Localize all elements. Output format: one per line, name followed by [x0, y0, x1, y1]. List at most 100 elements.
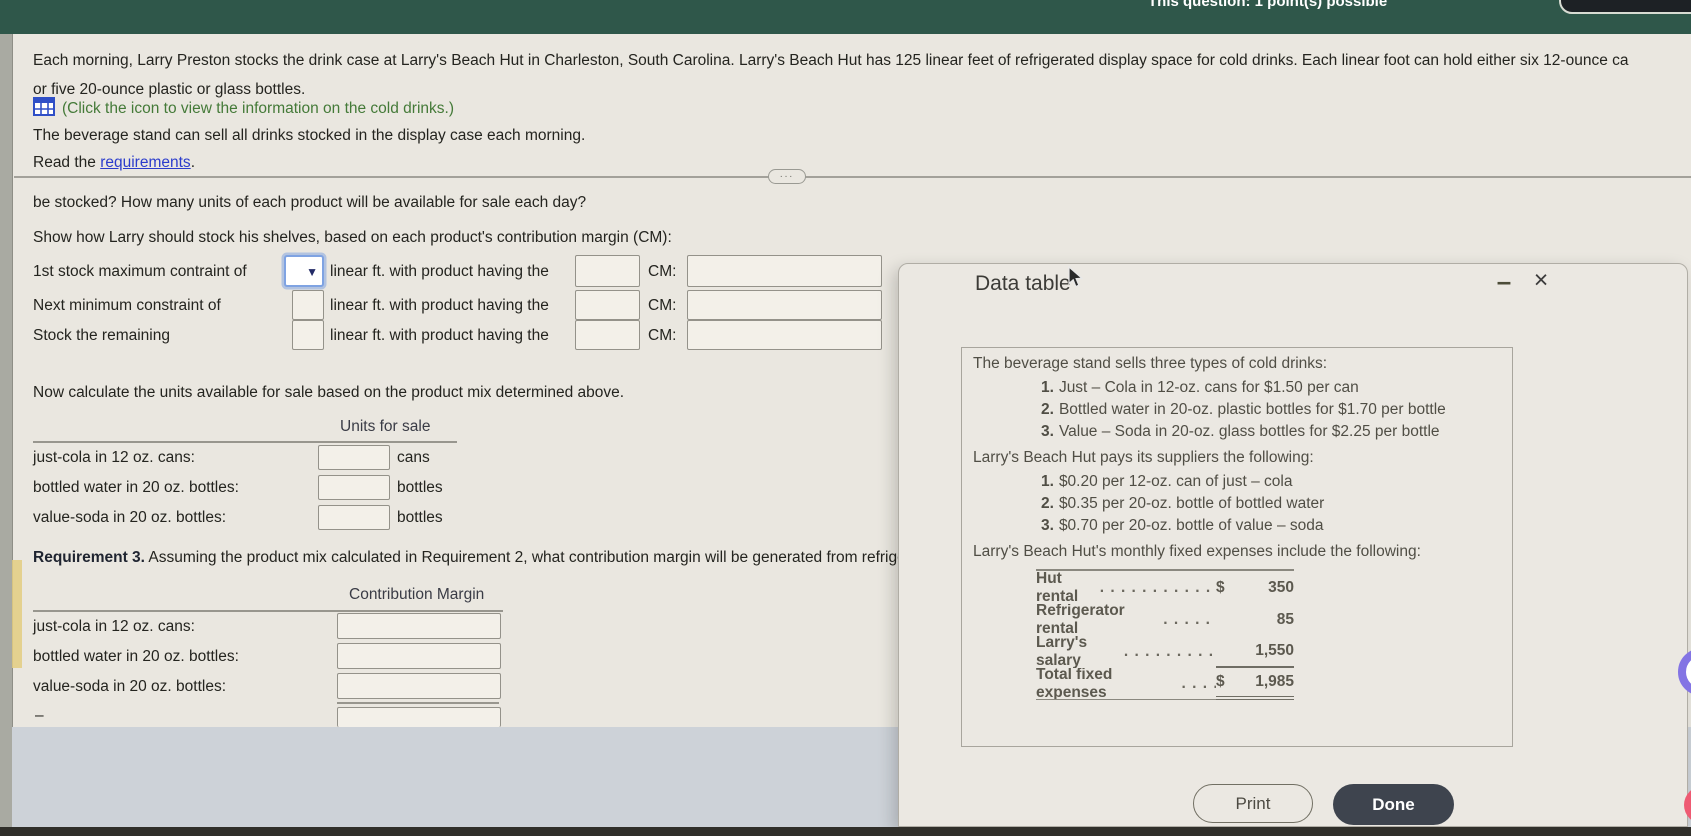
cm-header-rule [33, 610, 503, 612]
units-header-rule [33, 441, 457, 443]
suppliers-header: Larry's Beach Hut pays its suppliers the… [973, 449, 1314, 466]
screen-bezel [0, 827, 1691, 836]
question-line-1: be stocked? How many units of each produ… [33, 194, 587, 211]
stock-row-1-mid: linear ft. with product having the [330, 263, 549, 280]
list-item: 3. Value – Soda in 20-oz. glass bottles f… [1041, 423, 1440, 441]
units-row-unit: bottles [397, 509, 443, 526]
cm-cola-input[interactable] [337, 613, 501, 639]
units-row-label: bottled water in 20 oz. bottles: [33, 479, 239, 496]
item-text: $0.20 per 12-oz. can of just – cola [1058, 473, 1293, 490]
data-table-icon[interactable] [33, 97, 55, 121]
mouse-cursor [1068, 265, 1085, 294]
units-row-label: value-soda in 20 oz. bottles: [33, 509, 227, 526]
dot-leader: . . . . . . . . . . . [1123, 643, 1216, 660]
units-water-input[interactable] [318, 475, 390, 500]
linear-ft-input-2[interactable] [292, 290, 324, 320]
expense-value-cell: $350 [1216, 572, 1294, 604]
item-text: Bottled water in 20-oz. plastic bottles … [1058, 401, 1446, 418]
currency-sign: $ [1216, 673, 1225, 690]
units-row-unit: cans [397, 449, 430, 466]
dot-leader: . . . . [1181, 674, 1217, 692]
cm-rank-input-1[interactable] [575, 255, 640, 287]
cm-row-label: just-cola in 12 oz. cans: [33, 618, 195, 635]
top-right-button[interactable] [1559, 0, 1691, 14]
expenses-header: Larry's Beach Hut's monthly fixed expens… [973, 543, 1421, 560]
expense-value-cell: $1,985 [1216, 668, 1294, 700]
cm-row-label: bottled water in 20 oz. bottles: [33, 648, 239, 665]
cm-rank-input-3[interactable] [575, 320, 640, 350]
stock-row-1-label: 1st stock maximum contraint of [33, 263, 247, 280]
expense-value: 85 [1276, 611, 1294, 628]
stock-row-2-label: Next minimum constraint of [33, 297, 221, 314]
stock-row-2-cm: CM: [648, 297, 677, 314]
screen: This question: 1 point(s) possible Each … [0, 0, 1691, 836]
expense-value-cell: 85 [1216, 604, 1294, 636]
units-soda-input[interactable] [318, 505, 390, 530]
product-input-3[interactable] [687, 320, 882, 350]
stock-row-3-mid: linear ft. with product having the [330, 327, 549, 344]
expense-row: Hut rental . . . . . . . . . . . . . . $3… [1036, 572, 1294, 604]
linear-ft-input-3[interactable] [292, 320, 324, 350]
expense-label-cell: Hut rental . . . . . . . . . . . . . . [1036, 572, 1216, 604]
units-row-label: just-cola in 12 oz. cans: [33, 449, 195, 466]
expense-label-cell: Total fixed expenses . . . . [1036, 668, 1216, 700]
data-table-dialog: Data table – × The beverage stand sells … [898, 263, 1688, 827]
list-item: 2. $0.35 per 20-oz. bottle of bottled wat… [1041, 495, 1324, 513]
cm-header: Contribution Margin [349, 586, 485, 603]
units-cola-input[interactable] [318, 445, 390, 470]
dot-leader: . . . . . . [1163, 611, 1216, 628]
stock-row-3-label: Stock the remaining [33, 327, 170, 344]
drinks-header: The beverage stand sells three types of … [973, 355, 1328, 372]
requirement3-text: Requirement 3. Assuming the product mix … [33, 549, 941, 567]
product-input-2[interactable] [687, 290, 882, 320]
minimize-icon[interactable]: – [1491, 266, 1517, 296]
stock-row-2-mid: linear ft. with product having the [330, 297, 549, 314]
cm-soda-input[interactable] [337, 673, 501, 699]
cm-rank-input-2[interactable] [575, 290, 640, 320]
icon-note-text: (Click the icon to view the information … [62, 100, 454, 117]
intro-line-1: Each morning, Larry Preston stocks the d… [33, 52, 1629, 69]
stock-row-1-cm: CM: [648, 263, 677, 280]
cm-row-label: value-soda in 20 oz. bottles: [33, 678, 227, 695]
item-number: 2. [1041, 495, 1054, 512]
item-number: 2. [1041, 401, 1054, 418]
item-text: $0.35 per 20-oz. bottle of bottled water [1058, 495, 1325, 512]
read-suffix: . [190, 154, 195, 171]
dot-leader: . . . . . . . . . . . . . . [1099, 579, 1216, 596]
linear-ft-select-1[interactable]: ▼ [284, 255, 324, 287]
units-intro: Now calculate the units available for sa… [33, 384, 625, 401]
close-icon[interactable]: × [1527, 264, 1555, 296]
divider-ellipsis-button[interactable]: ... [768, 169, 806, 184]
cm-total-input[interactable] [337, 707, 501, 727]
item-number: 1. [1041, 379, 1054, 396]
list-item: 1. $0.20 per 12-oz. can of just – cola [1041, 473, 1292, 491]
expense-row: Larry's salary . . . . . . . . . . . 1,55… [1036, 636, 1294, 668]
window-left-edge [0, 34, 12, 827]
question-line-2: Show how Larry should stock his shelves,… [33, 229, 672, 246]
expense-value: 1,985 [1255, 673, 1294, 690]
expense-label: Refrigerator rental [1036, 604, 1125, 636]
currency-sign: $ [1216, 579, 1225, 596]
cm-subtotal-rule [337, 702, 499, 704]
expense-value: 1,550 [1255, 642, 1294, 659]
units-row-unit: bottles [397, 479, 443, 496]
section-divider [14, 176, 1691, 178]
expense-label: Larry's salary [1036, 636, 1088, 668]
item-text: Value – Soda in 20-oz. glass bottles for… [1058, 423, 1440, 440]
cm-total-dash: – [35, 707, 44, 724]
requirement3-bold: Requirement 3. [33, 549, 145, 566]
print-button[interactable]: Print [1193, 784, 1313, 823]
list-item: 3. $0.70 per 20-oz. bottle of value – sod… [1041, 517, 1323, 535]
top-question-bar [0, 0, 1691, 34]
chevron-down-icon: ▼ [306, 265, 318, 279]
expense-row-total: Total fixed expenses . . . . $1,985 [1036, 668, 1294, 700]
expense-label-cell: Larry's salary . . . . . . . . . . . [1036, 636, 1216, 668]
cm-water-input[interactable] [337, 643, 501, 669]
done-button[interactable]: Done [1333, 784, 1454, 825]
expense-row: Refrigerator rental . . . . . . 85 [1036, 604, 1294, 636]
product-input-1[interactable] [687, 255, 882, 287]
expenses-table-top-rule [1036, 569, 1294, 571]
requirements-link[interactable]: requirements [100, 154, 190, 171]
sell-note-text: The beverage stand can sell all drinks s… [33, 127, 586, 144]
dialog-title: Data table [975, 272, 1071, 295]
